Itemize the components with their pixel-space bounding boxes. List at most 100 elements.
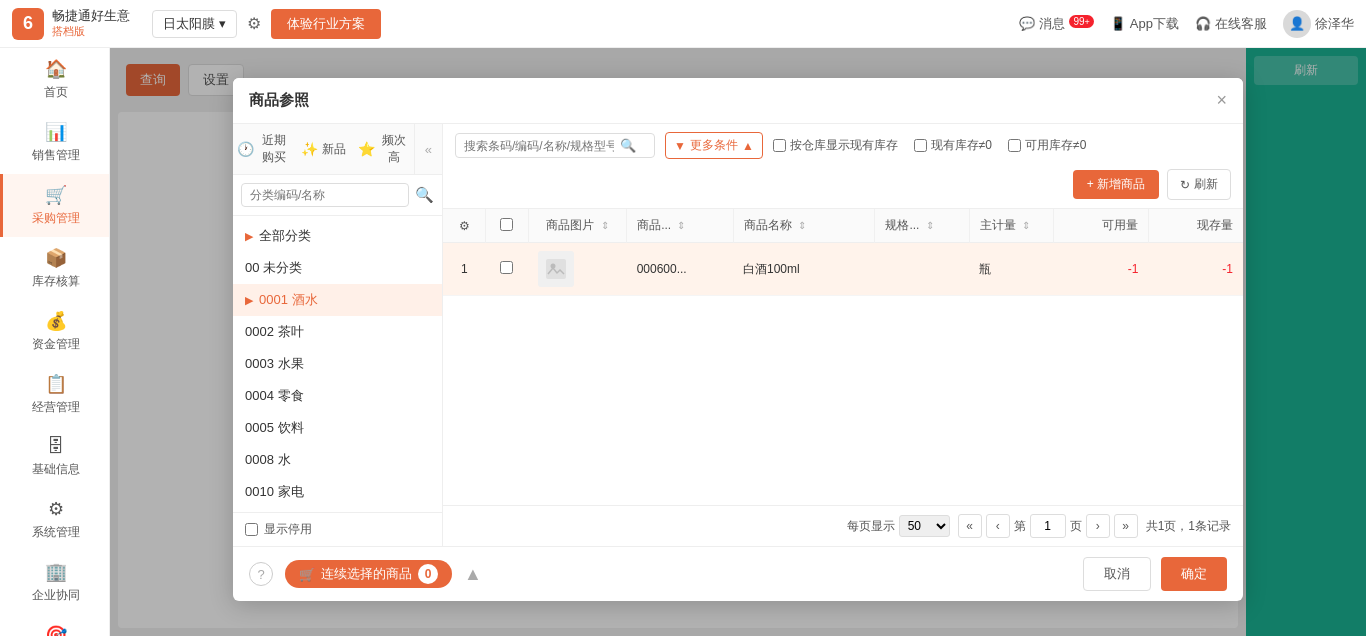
table-row[interactable]: 1	[443, 243, 1243, 296]
modal-title: 商品参照	[249, 91, 309, 110]
sidebar-item-label: 首页	[44, 84, 68, 101]
cat-item-0001[interactable]: ▶ 0001 酒水	[233, 284, 442, 316]
product-thumbnail	[538, 251, 574, 287]
trial-btn[interactable]: 体验行业方案	[271, 9, 381, 39]
content-area: 查询 设置 刷新 商品参照 ×	[110, 48, 1366, 636]
checkbox-available-ne0[interactable]: 可用库存≠0	[1008, 137, 1086, 154]
sidebar-item-label: 资金管理	[32, 336, 80, 353]
app-download-btn[interactable]: 📱 App下载	[1110, 15, 1179, 33]
category-search-btn[interactable]: 🔍	[415, 186, 434, 204]
page-size-select[interactable]: 50 100 200	[899, 515, 950, 537]
table-toolbar: 🔍 ▼ 更多条件 ▲ 按仓库显示现有库存	[443, 124, 1243, 209]
cat-item-0003[interactable]: 0003 水果	[233, 348, 442, 380]
avatar: 👤	[1283, 10, 1311, 38]
cat-item-0004[interactable]: 0004 零食	[233, 380, 442, 412]
gear-icon[interactable]: ⚙	[247, 14, 261, 33]
pagination-bar: 每页显示 50 100 200 « ‹ 第	[443, 505, 1243, 546]
headset-icon: 🎧	[1195, 16, 1211, 31]
right-panel: 🔍 ▼ 更多条件 ▲ 按仓库显示现有库存	[443, 124, 1243, 546]
cat-item-0005[interactable]: 0005 饮料	[233, 412, 442, 444]
modal-body: 🕐 近期购买 ✨ 新品 ⭐ 频次高 «	[233, 124, 1243, 546]
cell-spec	[875, 243, 970, 296]
cancel-btn[interactable]: 取消	[1083, 557, 1151, 591]
logo: 6 畅捷通好生意 搭档版	[12, 8, 132, 40]
sidebar-item-operations[interactable]: 📋 经营管理	[0, 363, 109, 426]
online-service-btn[interactable]: 🎧 在线客服	[1195, 15, 1267, 33]
cat-item-0008[interactable]: 0008 水	[233, 444, 442, 476]
filter-icon: ▼	[674, 139, 686, 153]
cat-item-00[interactable]: 00 未分类	[233, 252, 442, 284]
sidebar-item-inventory[interactable]: 📦 库存核算	[0, 237, 109, 300]
th-name[interactable]: 商品名称 ⇕	[733, 209, 875, 243]
purchase-icon: 🛒	[45, 184, 67, 206]
sidebar-item-home[interactable]: 🏠 首页	[0, 48, 109, 111]
cell-code: 000600...	[627, 243, 733, 296]
sidebar-item-basic-info[interactable]: 🗄 基础信息	[0, 426, 109, 488]
sidebar-item-sales[interactable]: 📊 销售管理	[0, 111, 109, 174]
select-all-checkbox[interactable]	[500, 218, 513, 231]
cart-badge[interactable]: 🛒 连续选择的商品 0	[285, 560, 452, 588]
checkbox-warehouse-input[interactable]	[773, 139, 786, 152]
toolbar-right: + 新增商品 ↻ 刷新	[1073, 169, 1231, 200]
sidebar-item-finance[interactable]: 💰 资金管理	[0, 300, 109, 363]
sales-icon: 📊	[45, 121, 67, 143]
show-disabled-checkbox[interactable]	[245, 523, 258, 536]
image-placeholder-icon	[546, 259, 566, 279]
th-code[interactable]: 商品... ⇕	[627, 209, 733, 243]
cell-check[interactable]	[486, 243, 529, 296]
filter-more-btn[interactable]: ▼ 更多条件 ▲	[665, 132, 763, 159]
page-prev-btn[interactable]: ‹	[986, 514, 1010, 538]
navbar: 6 畅捷通好生意 搭档版 日太阳膜 ▾ ⚙ 体验行业方案 💬 消息 99+ 📱 …	[0, 0, 1366, 48]
checkbox-available-ne0-input[interactable]	[1008, 139, 1021, 152]
table-header-row: ⚙ 商品图片 ⇕ 商品... ⇕	[443, 209, 1243, 243]
confirm-btn[interactable]: 确定	[1161, 557, 1227, 591]
cat-tab-recent[interactable]: 🕐 近期购买	[233, 124, 293, 174]
checkbox-warehouse[interactable]: 按仓库显示现有库存	[773, 137, 898, 154]
modal-overlay: 商品参照 × 🕐 近期购买 ✨	[110, 48, 1366, 636]
category-search-input[interactable]	[241, 183, 409, 207]
th-settings[interactable]: ⚙	[443, 209, 486, 243]
checkbox-group: 按仓库显示现有库存 现有库存≠0 可用库存≠0	[773, 137, 1087, 154]
page-last-btn[interactable]: »	[1114, 514, 1138, 538]
modal-footer: ? 🛒 连续选择的商品 0 ▲ 取消 确定	[233, 546, 1243, 601]
search-icon[interactable]: 🔍	[620, 138, 636, 153]
sidebar-item-guide[interactable]: 🎯 新手引导	[0, 614, 109, 636]
page-next-btn[interactable]: ›	[1086, 514, 1110, 538]
messages-btn[interactable]: 💬 消息 99+	[1019, 15, 1093, 33]
th-available[interactable]: 可用量	[1054, 209, 1149, 243]
row-checkbox[interactable]	[500, 261, 513, 274]
user-profile[interactable]: 👤 徐泽华	[1283, 10, 1354, 38]
help-icon[interactable]: ?	[249, 562, 273, 586]
basic-info-icon: 🗄	[47, 436, 65, 457]
add-product-btn[interactable]: + 新增商品	[1073, 170, 1159, 199]
product-search-input[interactable]	[464, 139, 614, 153]
sidebar-item-label: 销售管理	[32, 147, 80, 164]
cat-item-0002[interactable]: 0002 茶叶	[233, 316, 442, 348]
collapse-btn[interactable]: «	[414, 124, 442, 174]
cat-tab-new[interactable]: ✨ 新品	[293, 124, 353, 174]
sidebar-item-enterprise[interactable]: 🏢 企业协同	[0, 551, 109, 614]
page-number-input[interactable]	[1030, 514, 1066, 538]
sidebar-item-purchase[interactable]: 🛒 采购管理	[0, 174, 109, 237]
sort-icon: ⇕	[677, 220, 685, 231]
th-check[interactable]	[486, 209, 529, 243]
th-spec[interactable]: 规格... ⇕	[875, 209, 970, 243]
cat-tab-frequent[interactable]: ⭐ 频次高	[354, 124, 414, 174]
modal-close-btn[interactable]: ×	[1216, 90, 1227, 111]
checkbox-stock-ne0-input[interactable]	[914, 139, 927, 152]
arrow-active-icon: ▶	[245, 294, 253, 307]
cat-item-0010[interactable]: 0010 家电	[233, 476, 442, 508]
page-first-btn[interactable]: «	[958, 514, 982, 538]
sidebar-item-label: 企业协同	[32, 587, 80, 604]
cat-item-all[interactable]: ▶ 全部分类	[233, 220, 442, 252]
th-stock[interactable]: 现存量	[1148, 209, 1243, 243]
th-image[interactable]: 商品图片 ⇕	[528, 209, 627, 243]
cell-num: 1	[443, 243, 486, 296]
branch-selector[interactable]: 日太阳膜 ▾	[152, 10, 237, 38]
footer-collapse-btn[interactable]: ▲	[464, 564, 482, 585]
product-search-box: 🔍	[455, 133, 655, 158]
refresh-btn[interactable]: ↻ 刷新	[1167, 169, 1231, 200]
th-unit[interactable]: 主计量 ⇕	[969, 209, 1053, 243]
sidebar-item-system[interactable]: ⚙ 系统管理	[0, 488, 109, 551]
checkbox-stock-ne0[interactable]: 现有库存≠0	[914, 137, 992, 154]
